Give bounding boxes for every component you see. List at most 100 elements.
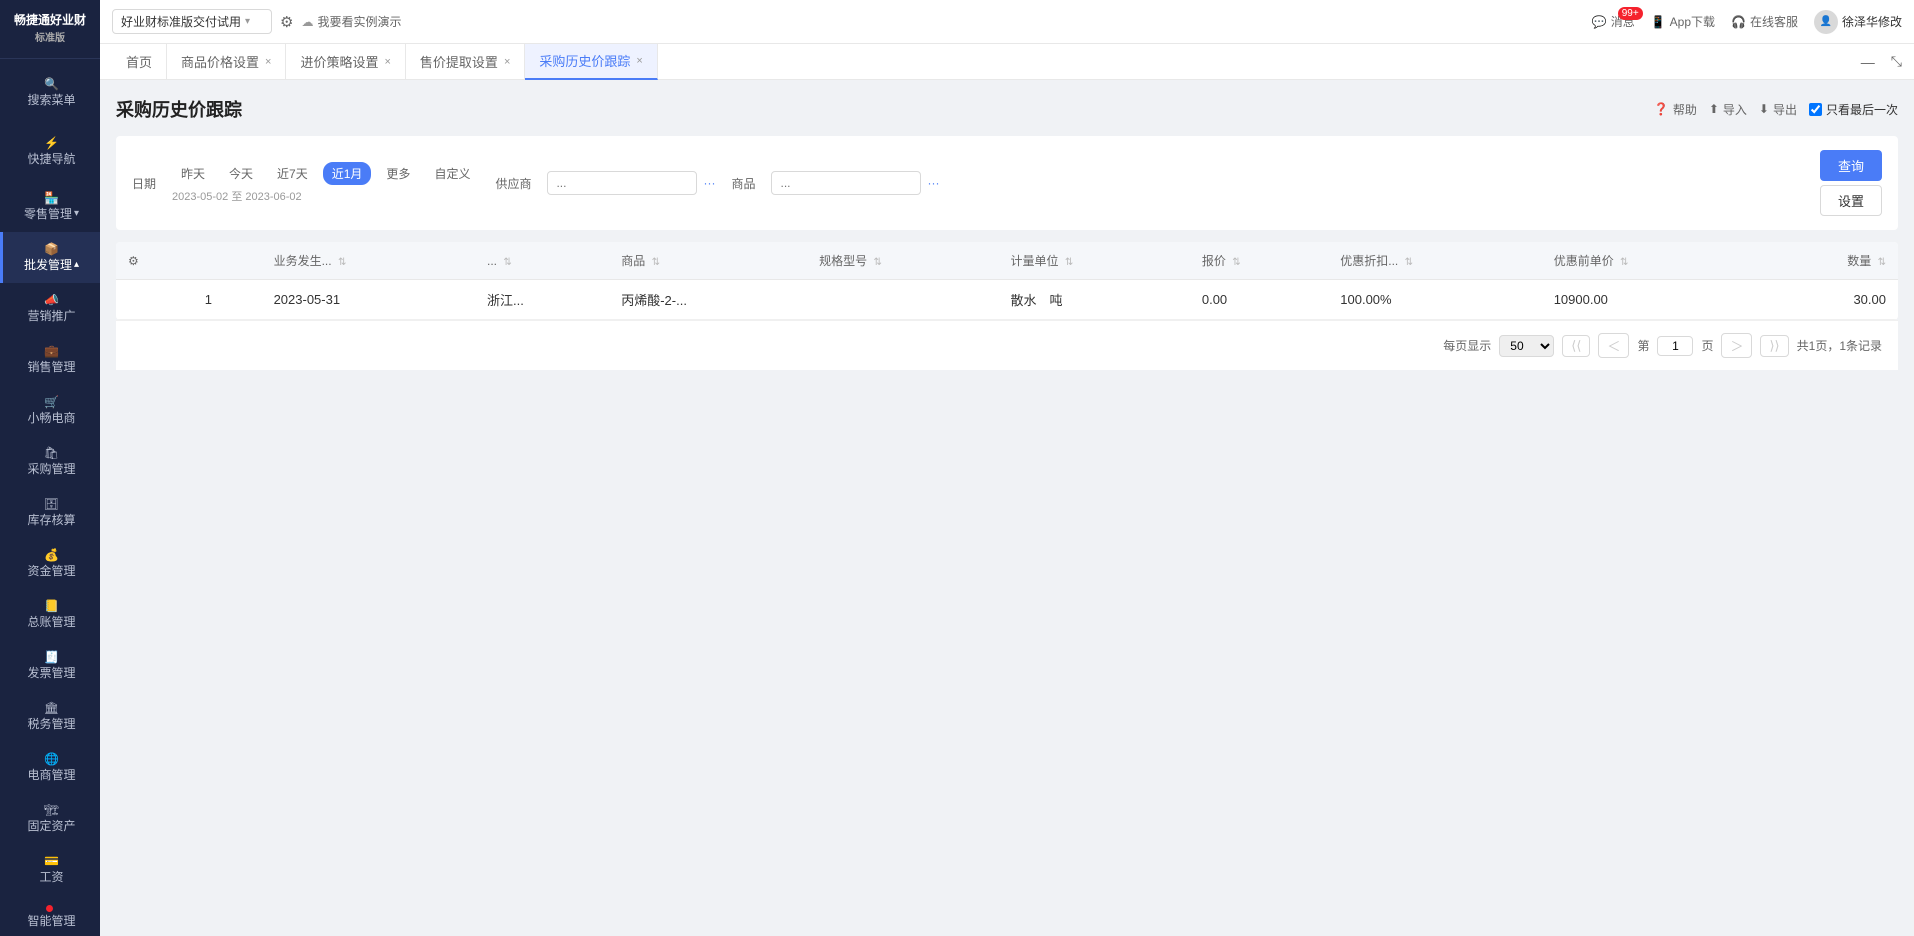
tab-history-price-close[interactable]: × — [636, 55, 642, 67]
demo-link[interactable]: ☁ 我要看实例演示 — [301, 13, 401, 30]
sort-icon: ⇅ — [1878, 257, 1886, 268]
demo-icon: ☁ — [301, 15, 313, 29]
sidebar-item-ecommerce-small[interactable]: 🛒 小畅电商 — [0, 385, 100, 436]
col-date[interactable]: 业务发生... ⇅ — [262, 242, 475, 280]
tab-home-label: 首页 — [126, 52, 152, 71]
per-page-select[interactable]: 50 20 100 — [1499, 335, 1554, 357]
date-options: 昨天 今天 近7天 近1月 更多 自定义 — [172, 162, 479, 185]
col-qty-label: 数量 — [1847, 254, 1871, 268]
data-table-container: ⚙ 业务发生... ⇅ ... ⇅ 商品 ⇅ — [116, 242, 1898, 320]
date-filter-label: 日期 — [132, 175, 156, 192]
sidebar-item-purchase[interactable]: 🛍 采购管理 — [0, 436, 100, 487]
date-1month[interactable]: 近1月 — [323, 162, 372, 185]
version-select[interactable]: 好业财标准版交付试用 ▾ — [112, 9, 272, 34]
supplier-more-btn[interactable]: ··· — [703, 176, 715, 190]
tab-strategy-close[interactable]: × — [384, 56, 390, 68]
date-yesterday[interactable]: 昨天 — [172, 162, 214, 185]
per-page-label: 每页显示 — [1443, 337, 1491, 354]
only-latest-checkbox-label[interactable]: 只看最后一次 — [1809, 101, 1898, 118]
sidebar-item-invoice[interactable]: 🧾 发票管理 — [0, 640, 100, 691]
tab-strategy[interactable]: 进价策略设置 × — [286, 44, 405, 80]
user-menu[interactable]: 👤 徐泽华修改 — [1814, 10, 1902, 34]
sidebar-item-search[interactable]: 🔍 搜索菜单 — [8, 67, 92, 118]
cell-date: 2023-05-31 — [262, 280, 475, 320]
export-link[interactable]: ⬇ 导出 — [1759, 101, 1797, 118]
sidebar-item-label: 批发管理 — [24, 256, 72, 273]
sidebar-item-label: 销售管理 — [27, 358, 75, 375]
tab-minimize-icon[interactable]: — — [1857, 50, 1879, 74]
col-spec[interactable]: 规格型号 ⇅ — [807, 242, 998, 280]
message-button[interactable]: 💬 消息 99+ — [1592, 13, 1635, 30]
sidebar-item-ecommerce[interactable]: 🌐 电商管理 — [0, 742, 100, 793]
supplier-input[interactable] — [547, 171, 697, 195]
col-qty[interactable]: 数量 ⇅ — [1760, 242, 1898, 280]
page-input[interactable] — [1657, 336, 1693, 356]
col-quote-label: 报价 — [1202, 254, 1226, 268]
sidebar-item-wholesale[interactable]: 📦 批发管理 ▴ — [0, 232, 100, 283]
goods-more-btn[interactable]: ··· — [927, 176, 939, 190]
tab-home[interactable]: 首页 — [112, 44, 167, 80]
only-latest-checkbox[interactable] — [1809, 103, 1822, 116]
cell-unit: 散水 吨 — [999, 280, 1190, 320]
page-total: 共1页，1条记录 — [1797, 337, 1882, 354]
goods-input[interactable] — [771, 171, 921, 195]
sidebar-search-menu[interactable]: 🔍 搜索菜单 — [0, 59, 100, 126]
tab-strategy-label: 进价策略设置 — [300, 52, 378, 71]
col-discount[interactable]: 优惠折扣... ⇅ — [1328, 242, 1541, 280]
cell-qty: 30.00 — [1760, 280, 1898, 320]
date-7days[interactable]: 近7天 — [268, 162, 317, 185]
sidebar-item-marketing[interactable]: 📣 营销推广 — [0, 283, 100, 334]
sidebar-item-retail[interactable]: 🏪 零售管理 ▾ — [0, 181, 100, 232]
page-last-button[interactable]: ⟩⟩ — [1760, 335, 1788, 357]
help-link[interactable]: ❓ 帮助 — [1654, 101, 1697, 118]
col-goods-label: 商品 — [621, 254, 645, 268]
tab-sale-price-close[interactable]: × — [504, 56, 510, 68]
chevron-up-icon: ▴ — [74, 259, 79, 270]
online-service-button[interactable]: 🎧 在线客服 — [1731, 13, 1798, 30]
sidebar-item-label: 小畅电商 — [27, 409, 75, 426]
sidebar-item-salary[interactable]: 💳 工资 — [0, 844, 100, 895]
date-options-group: 昨天 今天 近7天 近1月 更多 自定义 2023-05-02 至 2023-0… — [172, 162, 479, 204]
app-download-button[interactable]: 📱 App下载 — [1651, 13, 1715, 30]
page-prev-button[interactable]: ＜ — [1598, 333, 1629, 358]
tax-icon: 🏛 — [44, 701, 59, 715]
sort-icon: ⇅ — [874, 257, 882, 268]
table-row: 1 2023-05-31 浙江... 丙烯酸-2-... 散水 吨 0.00 1… — [116, 280, 1898, 320]
tab-history-price[interactable]: 采购历史价跟踪 × — [525, 44, 657, 80]
col-quote[interactable]: 报价 ⇅ — [1190, 242, 1328, 280]
sidebar-item-sales[interactable]: 💼 销售管理 — [0, 334, 100, 385]
date-today[interactable]: 今天 — [220, 162, 262, 185]
col-pre-discount-price[interactable]: 优惠前单价 ⇅ — [1542, 242, 1760, 280]
page-next-button[interactable]: ＞ — [1721, 333, 1752, 358]
sidebar-item-ledger[interactable]: 📒 总账管理 — [0, 589, 100, 640]
chevron-down-icon: ▾ — [245, 16, 250, 27]
col-goods[interactable]: 商品 ⇅ — [609, 242, 807, 280]
date-custom[interactable]: 自定义 — [425, 162, 479, 185]
export-icon: ⬇ — [1759, 102, 1769, 116]
tab-expand-icon[interactable]: ⤡ — [1887, 49, 1906, 74]
sidebar-item-smart[interactable]: 智能管理 — [0, 895, 100, 936]
tab-price[interactable]: 商品价格设置 × — [167, 44, 286, 80]
cell-goods: 丙烯酸-2-... — [609, 280, 807, 320]
col-unit[interactable]: 计量单位 ⇅ — [999, 242, 1190, 280]
sidebar-item-quick-nav[interactable]: ⚡ 快捷导航 — [0, 126, 100, 177]
filter-actions: 查询 设置 — [1820, 150, 1882, 216]
sidebar-item-label: 工资 — [39, 868, 63, 885]
col-more1[interactable]: ... ⇅ — [475, 242, 609, 280]
date-more[interactable]: 更多 — [377, 162, 419, 185]
page-first-button[interactable]: ⟨⟨ — [1562, 335, 1590, 357]
sidebar-item-tax[interactable]: 🏛 税务管理 — [0, 691, 100, 742]
inventory-icon: 🗄 — [44, 497, 59, 511]
import-link[interactable]: ⬆ 导入 — [1709, 101, 1747, 118]
tab-sale-price[interactable]: 售价提取设置 × — [406, 44, 525, 80]
topbar-gear-icon[interactable]: ⚙ — [280, 13, 293, 31]
query-button[interactable]: 查询 — [1820, 150, 1882, 181]
topbar-right: 💬 消息 99+ 📱 App下载 🎧 在线客服 👤 徐泽华修改 — [1592, 10, 1902, 34]
col-gear[interactable]: ⚙ — [116, 242, 193, 280]
sidebar-item-fixed-assets[interactable]: 🏗 固定资产 — [0, 793, 100, 844]
settings-button[interactable]: 设置 — [1820, 185, 1882, 216]
tab-price-close[interactable]: × — [265, 56, 271, 68]
sidebar-item-finance[interactable]: 💰 资金管理 — [0, 538, 100, 589]
sidebar-item-inventory[interactable]: 🗄 库存核算 — [0, 487, 100, 538]
tab-price-label: 商品价格设置 — [181, 52, 259, 71]
